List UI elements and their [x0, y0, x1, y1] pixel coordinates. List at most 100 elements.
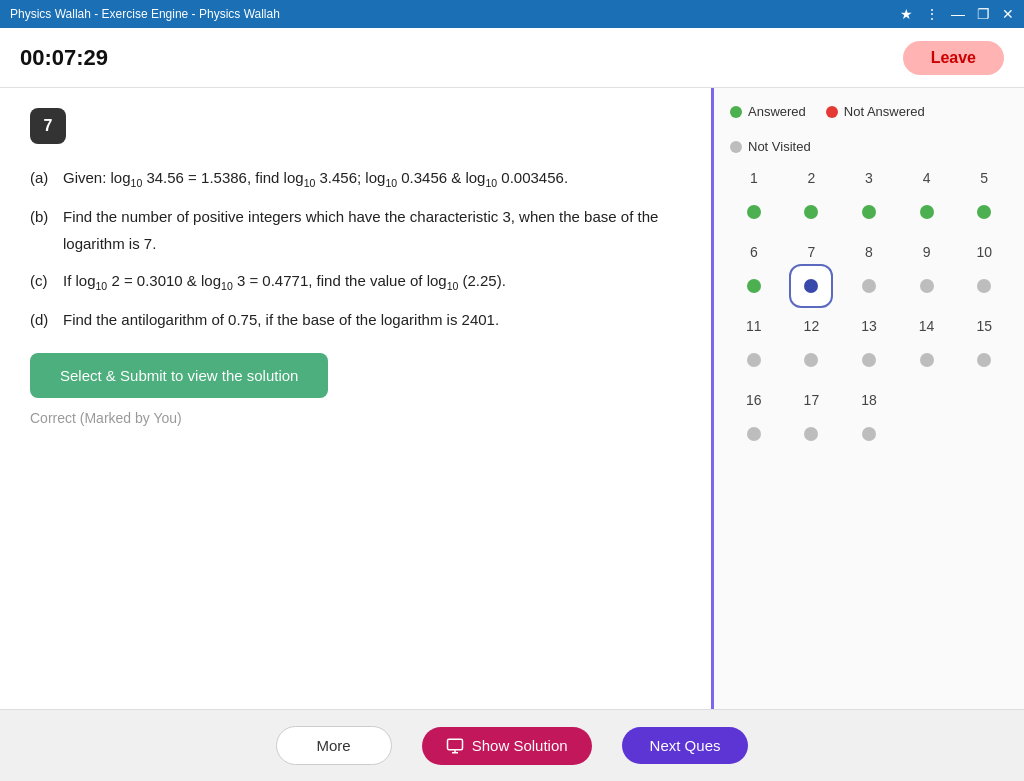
- question-num-8: 8: [865, 244, 873, 260]
- question-status-dot-18: [862, 427, 876, 441]
- part-b-label: (b): [30, 203, 55, 230]
- question-item-1: 1: [730, 170, 778, 234]
- part-a: (a) Given: log10 34.56 = 1.5386, find lo…: [30, 164, 681, 193]
- legend-not-answered: Not Answered: [826, 104, 925, 119]
- question-status-dot-5: [977, 205, 991, 219]
- question-button-14[interactable]: [905, 338, 949, 382]
- question-status-dot-4: [920, 205, 934, 219]
- question-button-6[interactable]: [732, 264, 776, 308]
- close-icon[interactable]: ✕: [1002, 6, 1014, 22]
- timer: 00:07:29: [20, 45, 108, 71]
- legend-not-visited: Not Visited: [730, 139, 811, 154]
- part-d: (d) Find the antilogarithm of 0.75, if t…: [30, 306, 681, 333]
- menu-icon[interactable]: ⋮: [925, 6, 939, 22]
- question-button-3[interactable]: [847, 190, 891, 234]
- question-item-5: 5: [960, 170, 1008, 234]
- show-solution-label: Show Solution: [472, 737, 568, 754]
- more-button[interactable]: More: [276, 726, 392, 765]
- question-button-5[interactable]: [962, 190, 1006, 234]
- not-visited-dot-icon: [730, 141, 742, 153]
- question-button-13[interactable]: [847, 338, 891, 382]
- question-content: (a) Given: log10 34.56 = 1.5386, find lo…: [30, 164, 681, 333]
- answered-dot-icon: [730, 106, 742, 118]
- part-a-text: Given: log10 34.56 = 1.5386, find log10 …: [63, 164, 568, 193]
- question-navigator-panel: Answered Not Answered Not Visited 123456…: [714, 88, 1024, 709]
- question-button-16[interactable]: [732, 412, 776, 456]
- question-num-10: 10: [976, 244, 992, 260]
- question-panel: 7 (a) Given: log10 34.56 = 1.5386, find …: [0, 88, 714, 709]
- leave-button[interactable]: Leave: [903, 41, 1004, 75]
- question-status-dot-1: [747, 205, 761, 219]
- question-num-17: 17: [804, 392, 820, 408]
- question-button-4[interactable]: [905, 190, 949, 234]
- part-b-text: Find the number of positive integers whi…: [63, 203, 681, 257]
- not-answered-label: Not Answered: [844, 104, 925, 119]
- question-num-5: 5: [980, 170, 988, 186]
- question-item-2: 2: [788, 170, 836, 234]
- header: 00:07:29 Leave: [0, 28, 1024, 88]
- question-item-8: 8: [845, 244, 893, 308]
- question-button-11[interactable]: [732, 338, 776, 382]
- question-item-11: 11: [730, 318, 778, 382]
- question-button-9[interactable]: [905, 264, 949, 308]
- monitor-icon: [446, 737, 464, 755]
- question-num-11: 11: [746, 318, 762, 334]
- question-status-dot-6: [747, 279, 761, 293]
- svg-rect-0: [447, 739, 462, 750]
- question-item-13: 13: [845, 318, 893, 382]
- question-num-12: 12: [804, 318, 820, 334]
- part-d-label: (d): [30, 306, 55, 333]
- part-c: (c) If log10 2 = 0.3010 & log10 3 = 0.47…: [30, 267, 681, 296]
- part-c-label: (c): [30, 267, 55, 294]
- question-item-9: 9: [903, 244, 951, 308]
- restore-icon[interactable]: ❐: [977, 6, 990, 22]
- title-bar-controls: ★ ⋮ — ❐ ✕: [900, 6, 1014, 22]
- question-status-dot-7: [804, 279, 818, 293]
- question-status-dot-10: [977, 279, 991, 293]
- question-button-18[interactable]: [847, 412, 891, 456]
- question-status-dot-3: [862, 205, 876, 219]
- question-num-15: 15: [976, 318, 992, 334]
- question-button-15[interactable]: [962, 338, 1006, 382]
- question-button-17[interactable]: [789, 412, 833, 456]
- question-item-17: 17: [788, 392, 836, 456]
- question-button-1[interactable]: [732, 190, 776, 234]
- question-button-12[interactable]: [789, 338, 833, 382]
- question-num-13: 13: [861, 318, 877, 334]
- not-answered-dot-icon: [826, 106, 838, 118]
- question-item-3: 3: [845, 170, 893, 234]
- question-num-9: 9: [923, 244, 931, 260]
- next-question-button[interactable]: Next Ques: [622, 727, 749, 764]
- show-solution-button[interactable]: Show Solution: [422, 727, 592, 765]
- question-status-dot-9: [920, 279, 934, 293]
- question-num-1: 1: [750, 170, 758, 186]
- part-d-text: Find the antilogarithm of 0.75, if the b…: [63, 306, 499, 333]
- question-button-8[interactable]: [847, 264, 891, 308]
- question-status-dot-16: [747, 427, 761, 441]
- legend-answered: Answered: [730, 104, 806, 119]
- question-item-4: 4: [903, 170, 951, 234]
- question-status-dot-15: [977, 353, 991, 367]
- question-button-10[interactable]: [962, 264, 1006, 308]
- main-content: 7 (a) Given: log10 34.56 = 1.5386, find …: [0, 88, 1024, 709]
- pin-icon[interactable]: ★: [900, 6, 913, 22]
- part-b: (b) Find the number of positive integers…: [30, 203, 681, 257]
- question-status-dot-8: [862, 279, 876, 293]
- question-item-7: 7: [788, 244, 836, 308]
- question-status-dot-17: [804, 427, 818, 441]
- question-num-14: 14: [919, 318, 935, 334]
- minimize-icon[interactable]: —: [951, 6, 965, 22]
- question-button-7[interactable]: [789, 264, 833, 308]
- question-status-dot-2: [804, 205, 818, 219]
- title-bar: Physics Wallah - Exercise Engine - Physi…: [0, 0, 1024, 28]
- question-button-2[interactable]: [789, 190, 833, 234]
- question-item-16: 16: [730, 392, 778, 456]
- submit-solution-button[interactable]: Select & Submit to view the solution: [30, 353, 328, 398]
- question-number: 7: [30, 108, 66, 144]
- question-item-6: 6: [730, 244, 778, 308]
- question-num-4: 4: [923, 170, 931, 186]
- question-num-2: 2: [807, 170, 815, 186]
- legend: Answered Not Answered Not Visited: [730, 104, 1008, 154]
- correct-label: Correct (Marked by You): [30, 410, 681, 426]
- not-visited-label: Not Visited: [748, 139, 811, 154]
